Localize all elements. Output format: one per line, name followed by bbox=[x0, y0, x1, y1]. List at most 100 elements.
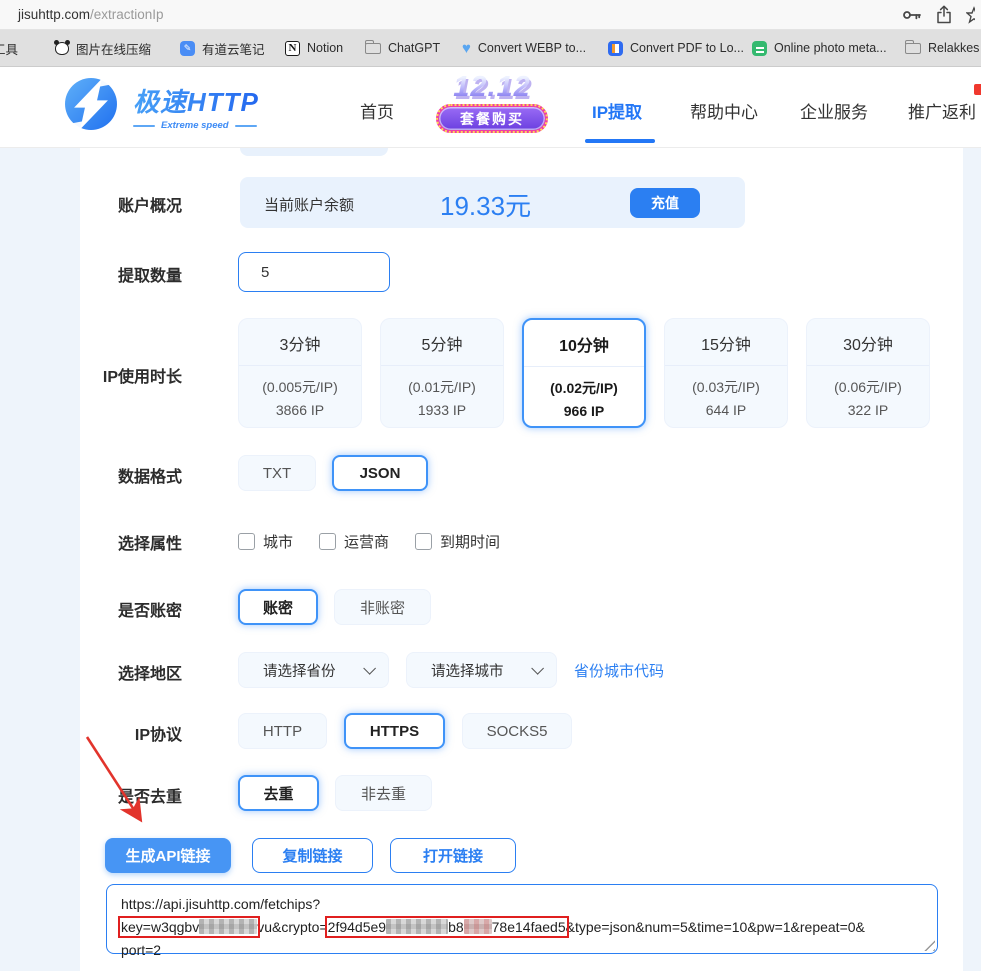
bookmark-relakkes-folder[interactable]: Relakkes bbox=[904, 30, 980, 66]
censored-crypto-mosaic-2 bbox=[463, 919, 492, 934]
chevron-down-icon bbox=[531, 661, 544, 675]
page: jisuhttp.com/extractionIp 加密工具 图片在线压缩 ✎ 有… bbox=[0, 0, 981, 971]
open-link-button[interactable]: 打开链接 bbox=[390, 838, 516, 873]
region-selects: 请选择省份 请选择城市 bbox=[238, 652, 557, 688]
auth-yes-chip-selected[interactable]: 账密 bbox=[238, 589, 318, 625]
duration-options: 3分钟 (0.005元/IP) 3866 IP 5分钟 (0.01元/IP) 1… bbox=[238, 318, 930, 428]
account-panel: 当前账户余额 19.33元 充值 bbox=[240, 177, 745, 228]
bookmark-convert-pdf[interactable]: Convert PDF to Lo... bbox=[608, 30, 744, 66]
duration-card-3min[interactable]: 3分钟 (0.005元/IP) 3866 IP bbox=[238, 318, 362, 428]
bookmark-label: Convert WEBP to... bbox=[477, 41, 587, 55]
lightning-logo-icon bbox=[62, 75, 120, 138]
logo-subtitle: Extreme speed bbox=[161, 120, 229, 131]
recharge-button[interactable]: 充值 bbox=[630, 188, 700, 218]
promo-1212: 12.12 bbox=[432, 73, 552, 102]
generate-api-link-button[interactable]: 生成API链接 bbox=[105, 838, 231, 873]
duration-card-10min-selected[interactable]: 10分钟 (0.02元/IP) 966 IP bbox=[522, 318, 646, 428]
dedupe-label: 是否去重 bbox=[117, 789, 182, 806]
bookmark-chatgpt-folder[interactable]: ChatGPT bbox=[364, 30, 441, 66]
protocol-socks5-chip[interactable]: SOCKS5 bbox=[462, 713, 572, 749]
duration-price: (0.02元/IP) bbox=[550, 380, 618, 396]
duration-card-30min[interactable]: 30分钟 (0.06元/IP) 322 IP bbox=[806, 318, 930, 428]
balance-label: 当前账户余额 bbox=[264, 197, 355, 214]
bookmark-label: ChatGPT bbox=[388, 41, 441, 55]
city-placeholder: 请选择城市 bbox=[431, 663, 504, 680]
checkbox-label: 到期时间 bbox=[440, 534, 501, 551]
site-logo[interactable]: 极速HTTP Extreme speed bbox=[62, 75, 259, 138]
censored-key-mosaic bbox=[199, 919, 258, 934]
attribute-isp-checkbox[interactable]: 运营商 bbox=[319, 531, 389, 552]
duration-card-15min[interactable]: 15分钟 (0.03元/IP) 644 IP bbox=[664, 318, 788, 428]
browser-url-bar[interactable]: jisuhttp.com/extractionIp bbox=[0, 0, 981, 30]
dedupe-yes-chip-selected[interactable]: 去重 bbox=[238, 775, 319, 811]
bookmark-convert-webp[interactable]: ♥ Convert WEBP to... bbox=[462, 30, 586, 66]
logo-title: 极速HTTP bbox=[133, 82, 259, 119]
bookmark-label: 有道云笔记 bbox=[202, 42, 265, 57]
api-url-mid: vu&crypto= bbox=[257, 919, 328, 935]
url-host: jisuhttp.com bbox=[18, 7, 91, 22]
bookmark-image-compress[interactable]: 图片在线压缩 bbox=[54, 30, 151, 66]
notion-icon: N bbox=[285, 40, 300, 56]
promo-banner[interactable]: 12.12 套餐购买 bbox=[432, 73, 552, 141]
dedupe-no-chip[interactable]: 非去重 bbox=[335, 775, 432, 811]
bookmark-photo-meta[interactable]: Online photo meta... bbox=[752, 30, 887, 66]
province-placeholder: 请选择省份 bbox=[263, 663, 336, 680]
bookmark-youdao-note[interactable]: ✎ 有道云笔记 bbox=[180, 30, 265, 66]
protocol-options: HTTP HTTPS SOCKS5 bbox=[238, 713, 572, 749]
attribute-expiry-checkbox[interactable]: 到期时间 bbox=[415, 531, 500, 552]
bookmark-label: 加密工具 bbox=[0, 42, 19, 57]
duration-title: 10分钟 bbox=[559, 338, 609, 355]
protocol-label: IP协议 bbox=[134, 727, 182, 744]
logo-subtitle-row: Extreme speed bbox=[133, 120, 259, 131]
format-txt-chip[interactable]: TXT bbox=[238, 455, 316, 491]
copy-link-button[interactable]: 复制链接 bbox=[252, 838, 373, 873]
auth-no-chip[interactable]: 非账密 bbox=[334, 589, 431, 625]
protocol-https-chip-selected[interactable]: HTTPS bbox=[344, 713, 445, 749]
nav-help-center[interactable]: 帮助中心 bbox=[690, 98, 758, 123]
protocol-http-chip[interactable]: HTTP bbox=[238, 713, 327, 749]
bookmarks-bar: 加密工具 图片在线压缩 ✎ 有道云笔记 N Notion ChatGPT ♥ Conv… bbox=[0, 30, 981, 67]
checkbox-label: 运营商 bbox=[344, 534, 390, 551]
duration-title: 30分钟 bbox=[843, 337, 893, 354]
nav-enterprise[interactable]: 企业服务 bbox=[800, 98, 868, 123]
duration-count: 966 IP bbox=[563, 403, 605, 419]
share-icon[interactable] bbox=[936, 5, 952, 29]
quantity-input[interactable] bbox=[238, 252, 390, 292]
nav-home[interactable]: 首页 bbox=[360, 98, 394, 123]
api-url-textarea[interactable]: https://api.jisuhttp.com/fetchips? key=w… bbox=[106, 884, 938, 958]
heart-icon: ♥ bbox=[462, 39, 471, 57]
duration-title: 3分钟 bbox=[279, 337, 321, 354]
duration-card-5min[interactable]: 5分钟 (0.01元/IP) 1933 IP bbox=[380, 318, 504, 428]
auth-label: 是否账密 bbox=[117, 603, 182, 620]
province-select[interactable]: 请选择省份 bbox=[238, 652, 389, 688]
duration-count: 1933 IP bbox=[417, 402, 467, 418]
nav-ip-extract[interactable]: IP提取 bbox=[592, 98, 642, 123]
folder-icon bbox=[364, 39, 381, 54]
province-city-code-link[interactable]: 省份城市代码 bbox=[574, 660, 664, 681]
youdao-pen-icon: ✎ bbox=[180, 40, 195, 56]
checkbox-icon bbox=[319, 533, 337, 550]
format-json-chip-selected[interactable]: JSON bbox=[332, 455, 428, 491]
site-header: 极速HTTP Extreme speed 首页 12.12 套餐购买 IP提取 … bbox=[0, 67, 981, 148]
checkbox-label: 城市 bbox=[263, 534, 294, 551]
bookmark-encrypt-tool[interactable]: 加密工具 bbox=[0, 30, 18, 66]
password-key-icon[interactable] bbox=[902, 6, 922, 29]
resize-handle[interactable] bbox=[924, 940, 935, 951]
url-text[interactable]: jisuhttp.com/extractionIp bbox=[18, 7, 164, 22]
bookmark-notion[interactable]: N Notion bbox=[285, 30, 343, 66]
city-select[interactable]: 请选择城市 bbox=[406, 652, 557, 688]
bookmark-label: Relakkes bbox=[928, 41, 980, 55]
censored-crypto-mosaic bbox=[386, 919, 449, 934]
pdf-converter-icon bbox=[608, 40, 623, 56]
duration-count: 644 IP bbox=[705, 402, 747, 418]
format-options: TXT JSON bbox=[238, 455, 428, 491]
api-url-line1: https://api.jisuhttp.com/fetchips? bbox=[121, 896, 321, 912]
attribute-city-checkbox[interactable]: 城市 bbox=[238, 531, 293, 552]
api-url-crypto3: 78e14faed5 bbox=[491, 919, 566, 935]
duration-count: 322 IP bbox=[847, 402, 889, 418]
nav-referral[interactable]: 推广返利 bbox=[908, 98, 976, 123]
duration-label: IP使用时长 bbox=[102, 369, 182, 386]
clipped-toolbar-icon[interactable] bbox=[966, 5, 975, 29]
checkbox-icon bbox=[238, 533, 255, 550]
attribute-options: 城市 运营商 到期时间 bbox=[238, 531, 500, 552]
